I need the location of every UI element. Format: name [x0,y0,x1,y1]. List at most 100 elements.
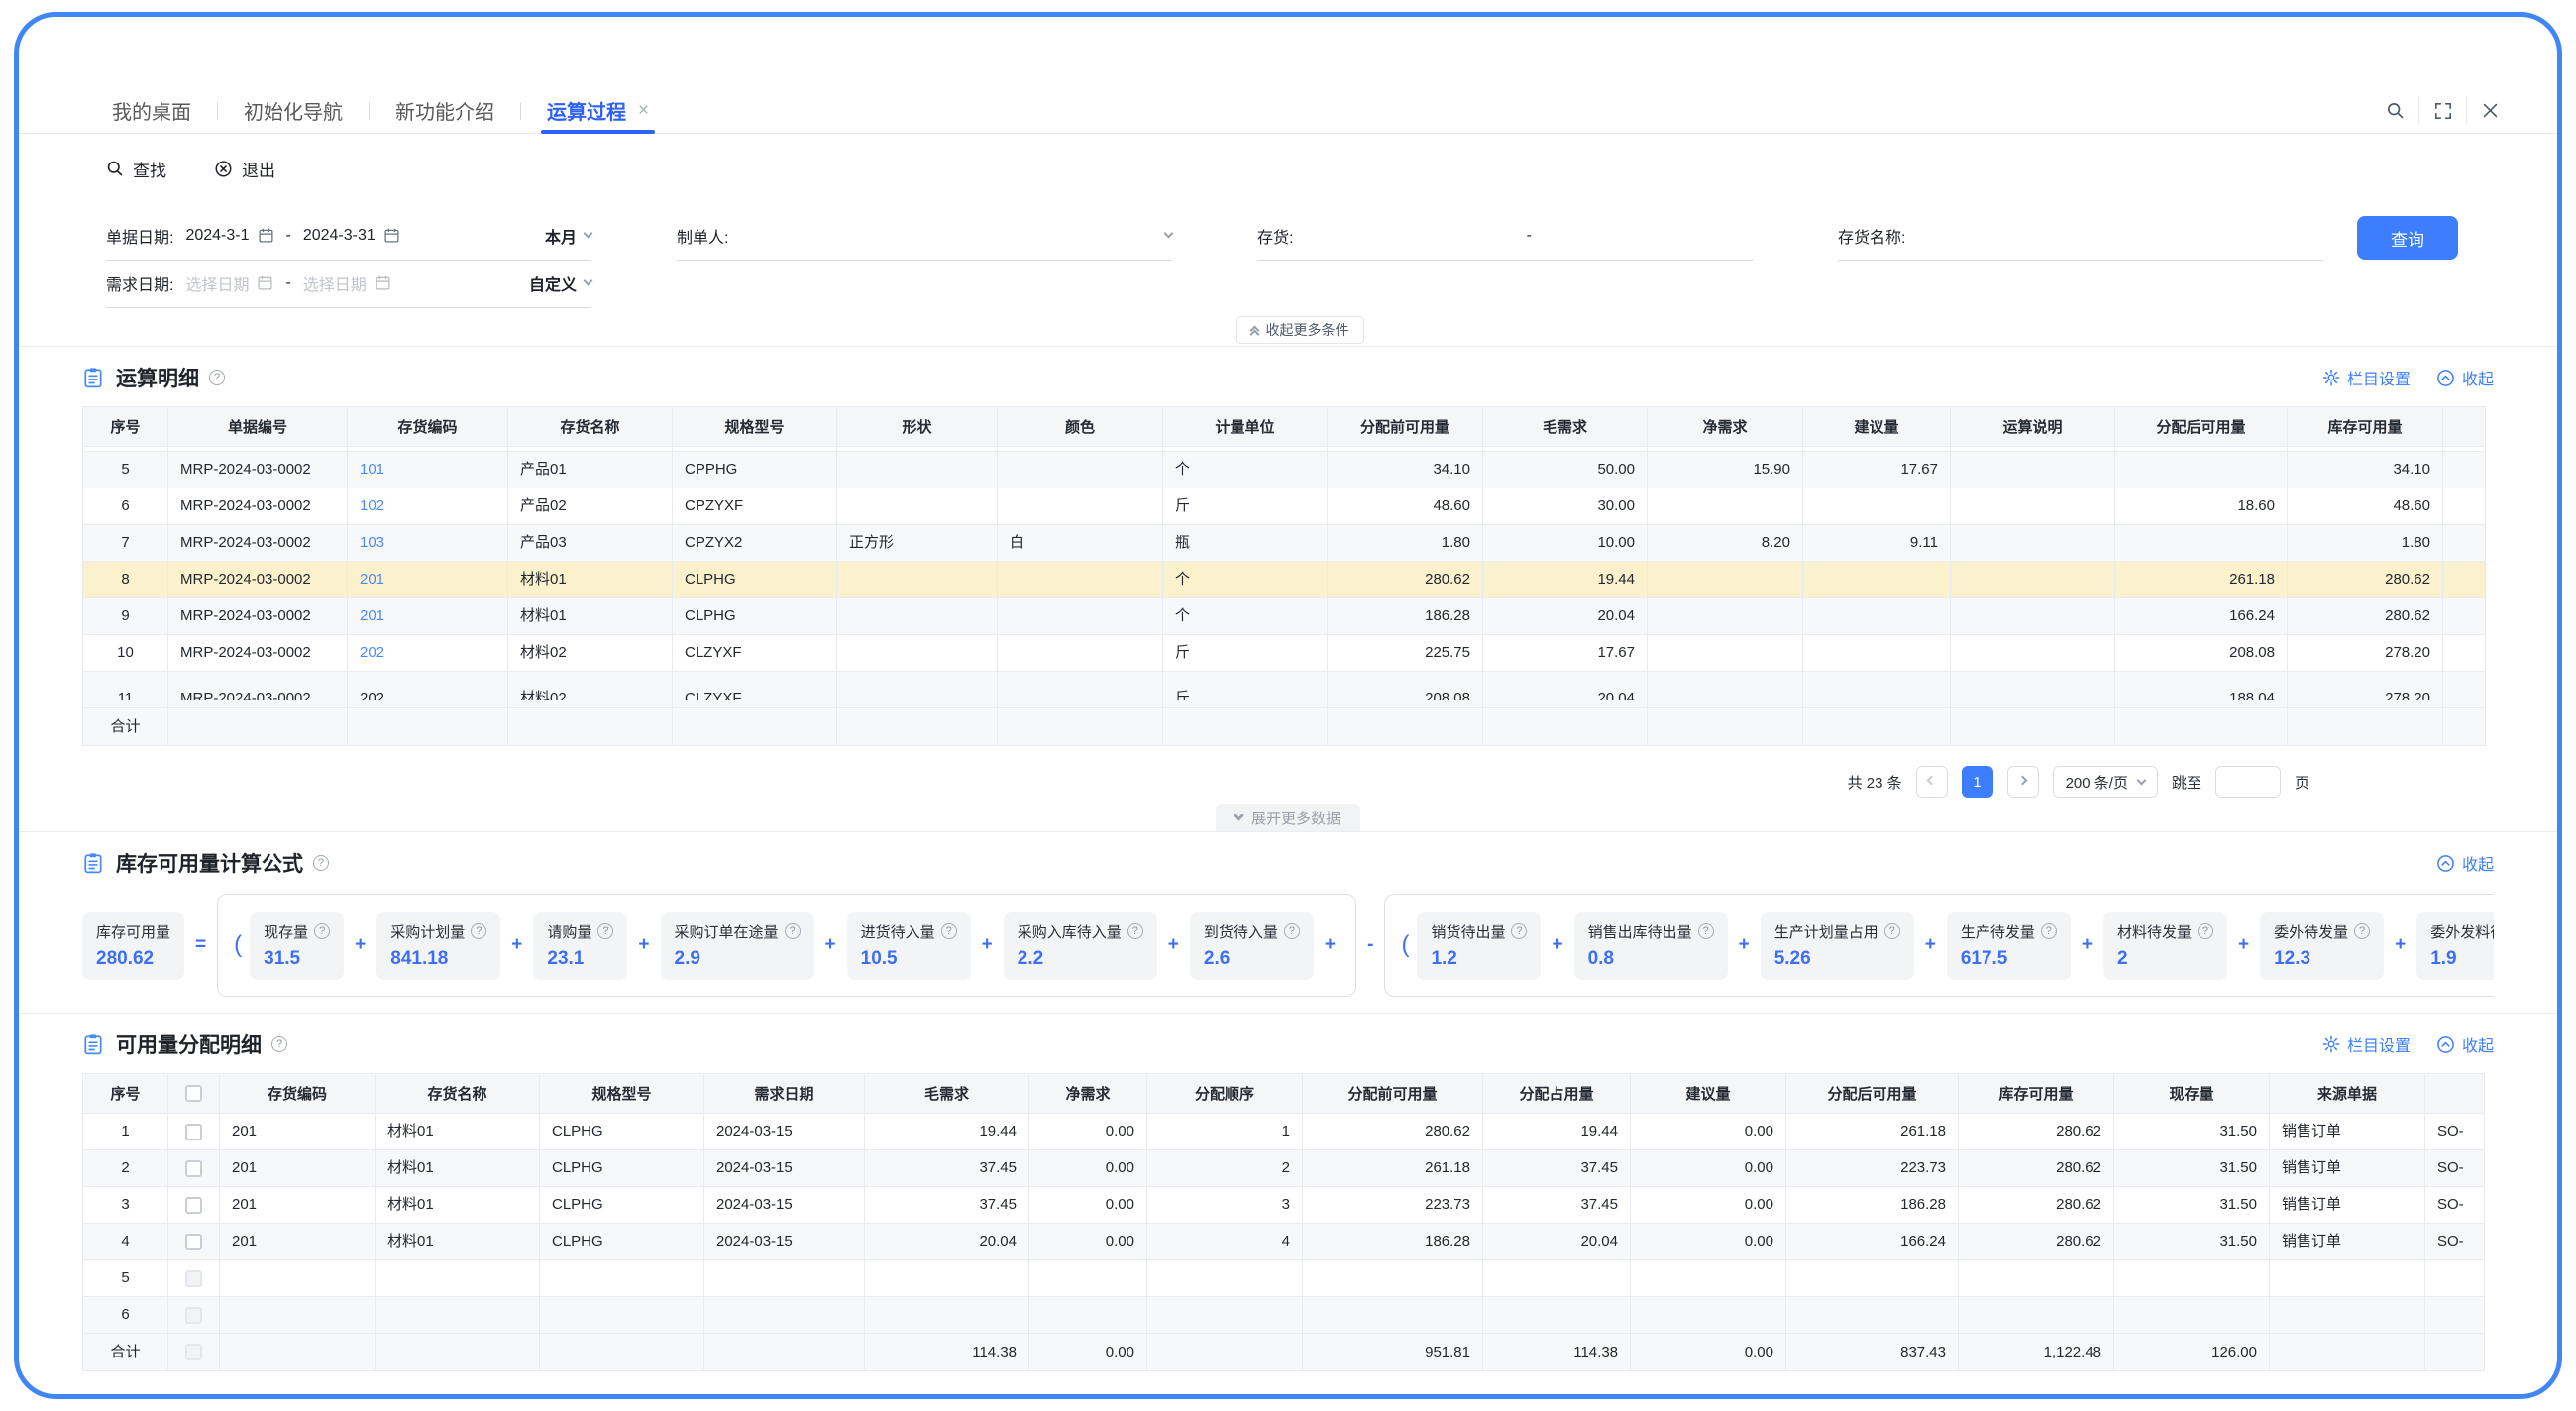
collapse-more-filters-button[interactable]: 收起更多条件 [1235,316,1364,344]
page-size-select[interactable]: 200 条/页 [2052,766,2158,798]
column-header[interactable] [167,1073,220,1114]
cell: 201 [219,1149,376,1187]
doc-date-preset-select[interactable]: 本月 [545,224,593,248]
row-checkbox[interactable] [185,1196,202,1214]
table-row[interactable]: 2 201 材料01 CLPHG 2024-03-15 37.45 0.00 2 261.18 3… [82,1149,2485,1187]
stock-code-link[interactable]: 201 [360,571,384,588]
doc-date-from-input[interactable]: 2024-3-1 [185,227,249,245]
collapse-section-button[interactable]: 收起 [2436,1032,2494,1056]
cell: 201 [219,1223,376,1260]
tab-close-icon[interactable]: × [638,100,649,122]
table-row[interactable]: 5 MRP-2024-03-0002 101 产品01 CPPHG 个 34.10 50.00… [82,451,2486,488]
cell: 10 [82,634,168,672]
formula-header: 库存可用量计算公式 收起 [82,846,2494,880]
table-row[interactable]: 3 201 材料01 CLPHG 2024-03-15 37.45 0.00 3 223.73 3… [82,1186,2485,1224]
expand-more-data-button[interactable]: 展开更多数据 [1215,804,1360,831]
formula-term-label: 材料待发量 [2117,922,2213,942]
find-button[interactable]: 查找 [106,157,166,181]
current-page-button[interactable]: 1 [1961,766,1993,798]
stock-code-link[interactable]: 202 [360,644,384,661]
need-date-label: 需求日期: [106,276,174,294]
column-settings-button[interactable]: 栏目设置 [2322,1032,2411,1056]
table-row[interactable]: 1 201 材料01 CLPHG 2024-03-15 19.44 0.00 1 280.62 1… [82,1113,2485,1150]
tab-2[interactable]: 初始化导航 [238,88,349,133]
cell [1950,561,2115,598]
help-icon[interactable] [940,923,957,939]
row-checkbox[interactable] [185,1233,202,1250]
table-row[interactable]: 7 MRP-2024-03-0002 103 产品03 CPZYX2 正方形白瓶 1.80 1… [82,524,2486,562]
stock-range-input[interactable]: - [1305,227,1753,245]
table-row[interactable]: 9 MRP-2024-03-0002 201 材料01 CLPHG 个 186.28 20.0… [82,597,2486,635]
help-icon[interactable] [2197,923,2213,939]
chevron-down-icon[interactable] [1163,228,1174,239]
exit-button[interactable]: 退出 [214,157,275,181]
help-icon[interactable] [313,855,329,871]
total-cell [1146,1333,1303,1371]
help-icon[interactable] [1883,923,1900,939]
select-all-checkbox[interactable] [185,1085,202,1102]
help-icon[interactable] [1511,923,1528,939]
collapse-label: 收起 [2461,1038,2494,1055]
cell: 4 [1146,1223,1303,1260]
cell: 1.80 [1327,524,1483,562]
need-date-preset-select[interactable]: 自定义 [529,271,593,295]
stock-code-link[interactable]: 102 [360,497,384,514]
table-row[interactable]: 8 MRP-2024-03-0002 201 材料01 CLPHG 个 280.62 19.4… [82,561,2486,598]
stock-code-link[interactable]: 101 [360,461,384,478]
formula-term-label: 采购订单在途量 [675,922,801,942]
column-header: 毛需求 [864,1073,1029,1114]
help-icon[interactable] [271,1036,287,1052]
help-icon[interactable] [471,923,487,939]
cell [2442,524,2486,562]
help-icon[interactable] [1127,923,1143,939]
calendar-icon[interactable] [257,274,273,291]
row-checkbox[interactable] [185,1159,202,1177]
collapse-section-button[interactable]: 收起 [2436,851,2494,875]
formula-term-value: 841.18 [390,947,449,969]
table-row[interactable]: 11 MRP-2024-03-0002 202 材料02 CLZYXF 斤 208.08 20… [82,671,2486,708]
search-icon[interactable] [2371,97,2418,125]
tab-1[interactable]: 我的桌面 [106,88,197,133]
calendar-icon[interactable] [258,227,274,244]
close-icon[interactable] [2466,96,2514,125]
need-date-to-input[interactable]: 选择日期 [303,271,367,295]
help-icon[interactable] [1697,923,1714,939]
help-icon[interactable] [597,923,614,939]
cell [1647,597,1803,635]
cell: 37.45 [1482,1149,1631,1187]
table-row[interactable]: 6 MRP-2024-03-0002 102 产品02 CPZYXF 斤 48.60 30.0… [82,488,2486,525]
help-icon[interactable] [2354,923,2371,939]
doc-date-to-input[interactable]: 2024-3-31 [303,227,376,245]
tab-4[interactable]: 运算过程 × [541,88,656,134]
stock-code-link[interactable]: 201 [360,607,384,624]
tab-3[interactable]: 新功能介绍 [389,88,500,133]
doc-date-filter: 单据日期: 2024-3-1 - 2024-3-31 本月 [106,215,593,261]
row-checkbox[interactable] [185,1269,202,1287]
fullscreen-icon[interactable] [2418,96,2466,125]
calendar-icon[interactable] [383,227,400,244]
query-button[interactable]: 查询 [2357,216,2458,260]
cell: 280.62 [1958,1223,2114,1260]
stock-filter: 存货: - [1257,215,1753,261]
help-icon[interactable] [314,923,331,939]
row-checkbox[interactable] [185,1123,202,1140]
column-settings-button[interactable]: 栏目设置 [2322,366,2411,389]
help-icon[interactable] [209,370,225,385]
help-icon[interactable] [784,923,801,939]
date-range-dash: - [285,273,291,291]
stock-code-link[interactable]: 103 [360,534,384,551]
need-date-from-input[interactable]: 选择日期 [185,271,249,295]
cell: 34.10 [2287,451,2443,488]
next-page-button[interactable] [2006,766,2039,798]
cell: 产品03 [507,524,673,562]
prev-page-button[interactable] [1915,766,1948,798]
calendar-icon[interactable] [375,274,391,291]
row-checkbox[interactable] [185,1306,202,1324]
help-icon[interactable] [1283,923,1300,939]
table-row[interactable]: 4 201 材料01 CLPHG 2024-03-15 20.04 0.00 4 186.28 2… [82,1223,2485,1260]
table-row[interactable]: 10 MRP-2024-03-0002 202 材料02 CLZYXF 斤 225.75 17… [82,634,2486,672]
jump-page-input[interactable] [2214,766,2281,798]
collapse-section-button[interactable]: 收起 [2436,366,2494,389]
formula-term-value: 5.26 [1773,947,1811,969]
help-icon[interactable] [2040,923,2057,939]
